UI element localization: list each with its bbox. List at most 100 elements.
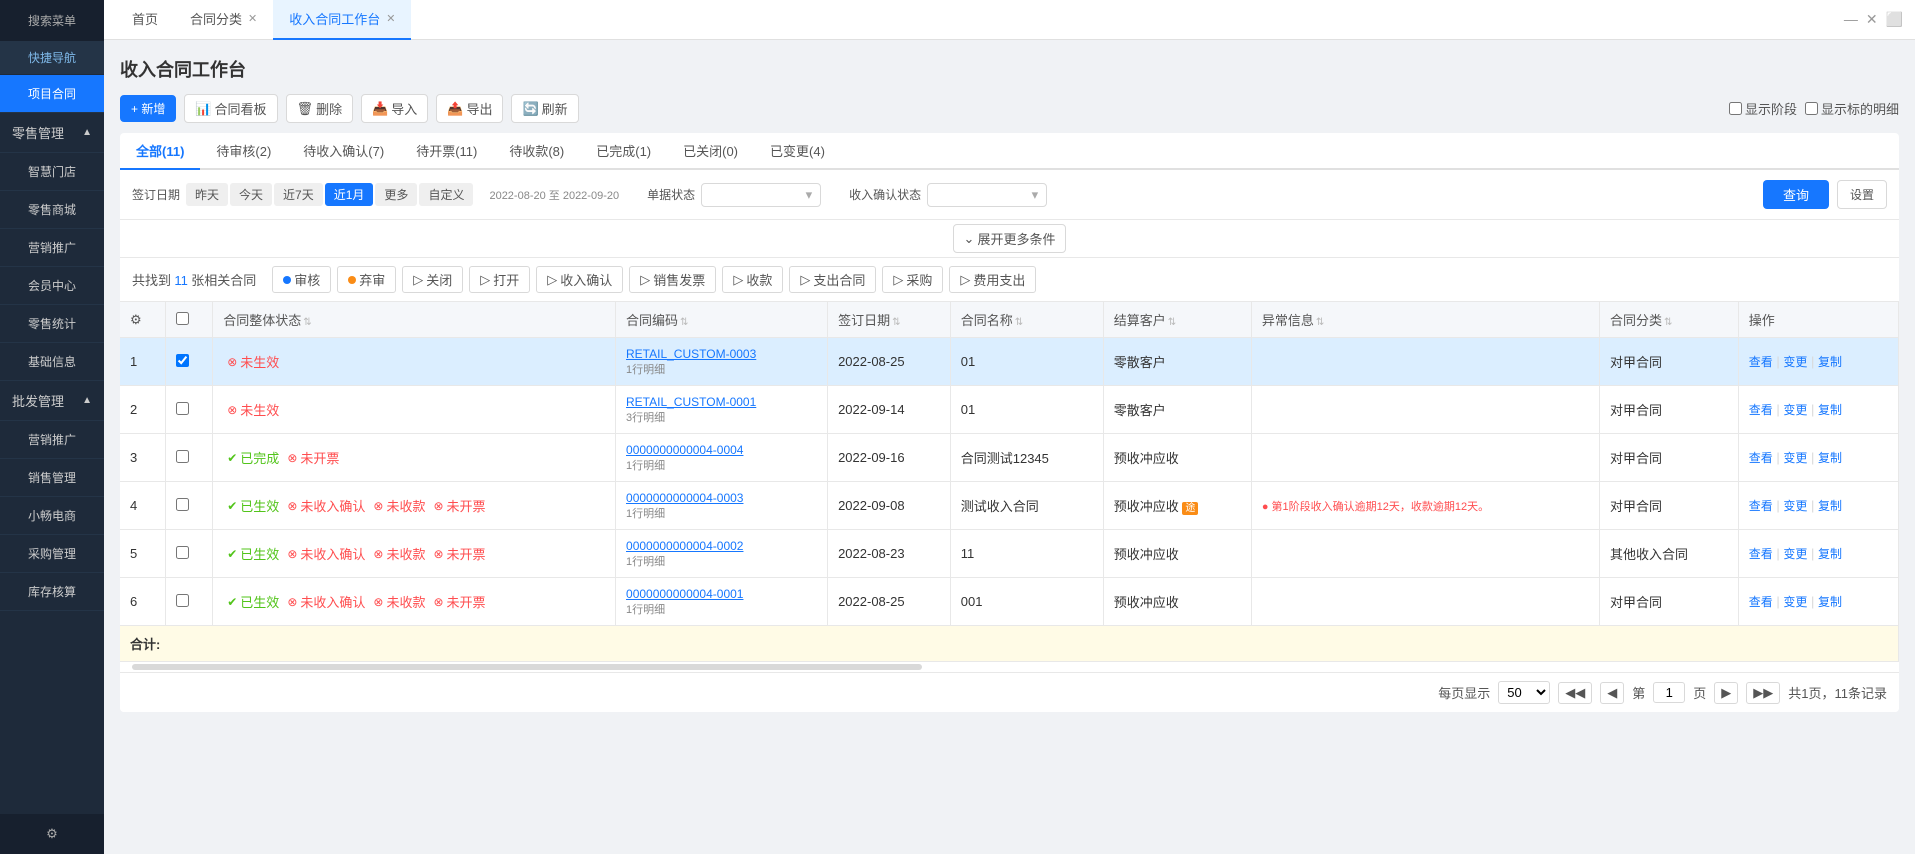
sort-icon-abnormal[interactable]: ⇅ <box>1316 317 1324 328</box>
action-btn-expense[interactable]: ▷费用支出 <box>949 266 1036 293</box>
date-option-今天[interactable]: 今天 <box>230 183 272 206</box>
action-btn-sales_invoice[interactable]: ▷销售发票 <box>629 266 716 293</box>
sidebar-item-wholesale[interactable]: 批发管理▲ <box>0 381 104 421</box>
table-row[interactable]: 5✔已生效⊗未收入确认⊗未收款⊗未开票0000000000004-00021行明… <box>120 530 1899 578</box>
op-btn-查看-2[interactable]: 查看 <box>1749 403 1773 417</box>
doc-status-select[interactable]: ▾ <box>701 183 821 207</box>
op-btn-变更-6[interactable]: 变更 <box>1783 595 1807 609</box>
sidebar-item-ecommerce[interactable]: 零售商城 <box>0 191 104 229</box>
horizontal-scrollbar[interactable] <box>132 664 922 670</box>
action-btn-review[interactable]: 审核 <box>272 266 331 293</box>
sidebar-nav[interactable]: 快捷导航 <box>0 41 104 75</box>
table-row[interactable]: 4✔已生效⊗未收入确认⊗未收款⊗未开票0000000000004-00031行明… <box>120 482 1899 530</box>
sort-icon-customer[interactable]: ⇅ <box>1168 317 1176 328</box>
row-checkbox-2[interactable] <box>176 402 189 415</box>
sidebar-item-sales[interactable]: 销售管理 <box>0 459 104 497</box>
th-overall_status[interactable]: 合同整体状态⇅ <box>213 302 616 338</box>
date-option-近1月[interactable]: 近1月 <box>325 183 374 206</box>
export-button[interactable]: 📤 导出 <box>436 94 503 123</box>
sidebar-item-stats[interactable]: 零售统计 <box>0 305 104 343</box>
th-contract_name[interactable]: 合同名称⇅ <box>950 302 1103 338</box>
show-phase-checkbox[interactable] <box>1729 102 1742 115</box>
delete-button[interactable]: 🗑 删除 <box>286 94 354 123</box>
expand-conditions-button[interactable]: ⌄ 展开更多条件 <box>953 224 1067 253</box>
tab-contracttype[interactable]: 合同分类✕ <box>174 0 273 40</box>
window-maximize-icon[interactable]: ⬜ <box>1886 11 1903 28</box>
sidebar-item-marketing[interactable]: 营销推广 <box>0 229 104 267</box>
first-page-button[interactable]: ◀◀ <box>1558 682 1592 704</box>
op-btn-查看-1[interactable]: 查看 <box>1749 355 1773 369</box>
tab-close-contracttype[interactable]: ✕ <box>248 12 257 25</box>
import-button[interactable]: 📥 导入 <box>361 94 428 123</box>
row-checkbox-5[interactable] <box>176 546 189 559</box>
op-btn-复制-1[interactable]: 复制 <box>1818 355 1842 369</box>
new-button[interactable]: + 新增 <box>120 95 176 122</box>
action-btn-collect[interactable]: ▷收款 <box>722 266 783 293</box>
next-page-button[interactable]: ▶ <box>1714 682 1738 704</box>
th-contract_type[interactable]: 合同分类⇅ <box>1599 302 1738 338</box>
op-btn-变更-1[interactable]: 变更 <box>1783 355 1807 369</box>
op-btn-变更-4[interactable]: 变更 <box>1783 499 1807 513</box>
date-option-自定义[interactable]: 自定义 <box>419 183 473 206</box>
op-btn-变更-5[interactable]: 变更 <box>1783 547 1807 561</box>
tab-home[interactable]: 首页 <box>116 0 174 40</box>
window-minimize-icon[interactable]: — <box>1844 11 1858 28</box>
current-page-input[interactable] <box>1653 682 1685 703</box>
filter-tab-closed[interactable]: 已关闭(0) <box>667 133 754 170</box>
op-btn-查看-5[interactable]: 查看 <box>1749 547 1773 561</box>
op-btn-复制-2[interactable]: 复制 <box>1818 403 1842 417</box>
op-btn-查看-4[interactable]: 查看 <box>1749 499 1773 513</box>
filter-tab-invoice[interactable]: 待开票(11) <box>400 133 493 170</box>
last-page-button[interactable]: ▶▶ <box>1746 682 1780 704</box>
table-row[interactable]: 3✔已完成⊗未开票0000000000004-00041行明细2022-09-1… <box>120 434 1899 482</box>
filter-tab-done[interactable]: 已完成(1) <box>580 133 667 170</box>
sort-icon-contract_code[interactable]: ⇅ <box>680 317 688 328</box>
sort-icon-contract_type[interactable]: ⇅ <box>1664 317 1672 328</box>
sidebar-item-project[interactable]: 项目合同 <box>0 75 104 113</box>
th-contract_code[interactable]: 合同编码⇅ <box>616 302 828 338</box>
date-option-近7天[interactable]: 近7天 <box>274 183 323 206</box>
tab-incomecontract[interactable]: 收入合同工作台✕ <box>273 0 411 40</box>
action-btn-income_confirm[interactable]: ▷收入确认 <box>536 266 623 293</box>
income-confirm-select[interactable]: ▾ <box>927 183 1047 207</box>
action-btn-print[interactable]: ▷打开 <box>469 266 530 293</box>
query-button[interactable]: 查询 <box>1763 180 1829 209</box>
contract-code-link[interactable]: 0000000000004-0004 <box>626 443 743 457</box>
sort-icon-sign_date[interactable]: ⇅ <box>892 317 900 328</box>
sidebar-item-purchase[interactable]: 采购管理 <box>0 535 104 573</box>
filter-tab-review[interactable]: 待审核(2) <box>200 133 287 170</box>
settings-icon[interactable]: ⚙ <box>0 814 104 854</box>
table-row[interactable]: 1⊗未生效RETAIL_CUSTOM-00031行明细2022-08-2501零… <box>120 338 1899 386</box>
show-detail-checkbox[interactable] <box>1805 102 1818 115</box>
op-btn-变更-3[interactable]: 变更 <box>1783 451 1807 465</box>
show-detail-checkbox-label[interactable]: 显示标的明细 <box>1805 99 1899 118</box>
op-btn-变更-2[interactable]: 变更 <box>1783 403 1807 417</box>
sidebar-item-smartstore[interactable]: 智慧门店 <box>0 153 104 191</box>
filter-tab-changed[interactable]: 已变更(4) <box>754 133 841 170</box>
row-checkbox-4[interactable] <box>176 498 189 511</box>
show-phase-checkbox-label[interactable]: 显示阶段 <box>1729 99 1797 118</box>
table-scroll-container[interactable]: ⚙合同整体状态⇅合同编码⇅签订日期⇅合同名称⇅结算客户⇅异常信息⇅合同分类⇅操作… <box>120 302 1899 662</box>
sort-icon-overall_status[interactable]: ⇅ <box>303 317 311 328</box>
op-btn-查看-6[interactable]: 查看 <box>1749 595 1773 609</box>
row-checkbox-3[interactable] <box>176 450 189 463</box>
contract-code-link[interactable]: RETAIL_CUSTOM-0001 <box>626 395 756 409</box>
prev-page-button[interactable]: ◀ <box>1600 682 1624 704</box>
contract-code-link[interactable]: 0000000000004-0001 <box>626 587 743 601</box>
sidebar-item-base[interactable]: 基础信息 <box>0 343 104 381</box>
contract-code-link[interactable]: 0000000000004-0002 <box>626 539 743 553</box>
sidebar-item-inventory[interactable]: 库存核算 <box>0 573 104 611</box>
action-btn-purchase[interactable]: ▷采购 <box>882 266 943 293</box>
table-row[interactable]: 6✔已生效⊗未收入确认⊗未收款⊗未开票0000000000004-00011行明… <box>120 578 1899 626</box>
contract-code-link[interactable]: 0000000000004-0003 <box>626 491 743 505</box>
tab-close-incomecontract[interactable]: ✕ <box>386 12 395 25</box>
sidebar-item-member[interactable]: 会员中心 <box>0 267 104 305</box>
contract-code-link[interactable]: RETAIL_CUSTOM-0003 <box>626 347 756 361</box>
filter-tab-collect[interactable]: 待收款(8) <box>493 133 580 170</box>
th-abnormal[interactable]: 异常信息⇅ <box>1251 302 1599 338</box>
op-btn-复制-5[interactable]: 复制 <box>1818 547 1842 561</box>
row-checkbox-6[interactable] <box>176 594 189 607</box>
th-sign_date[interactable]: 签订日期⇅ <box>828 302 951 338</box>
action-btn-close[interactable]: ▷关闭 <box>402 266 463 293</box>
action-btn-abandon[interactable]: 弃审 <box>337 266 396 293</box>
